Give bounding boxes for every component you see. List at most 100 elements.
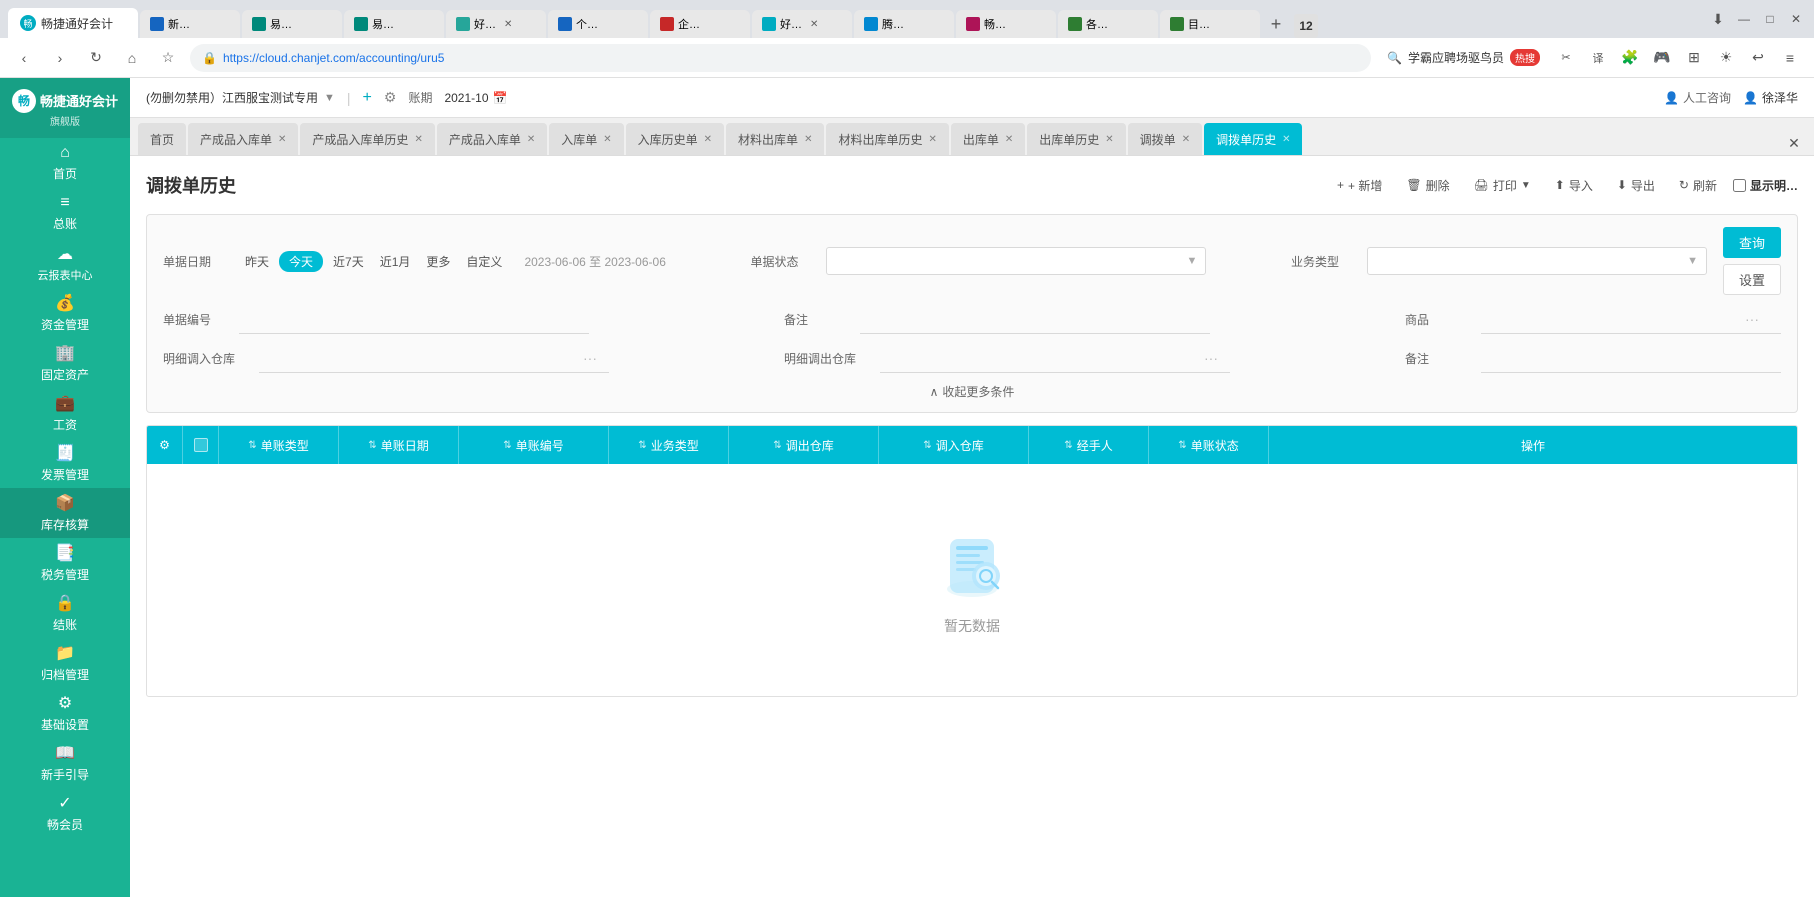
delete-button[interactable]: 🗑 删除 (1398, 173, 1457, 198)
th-checkbox[interactable] (183, 426, 219, 464)
month-btn[interactable]: 近1月 (374, 251, 417, 272)
menu-icon[interactable]: ≡ (1776, 44, 1804, 72)
page-tab-transfer[interactable]: 调拨单 ✕ (1128, 123, 1202, 155)
tab-close-icon[interactable]: ✕ (414, 134, 422, 145)
sidebar-item-inventory[interactable]: 📦 库存核算 (0, 488, 130, 538)
show-checkbox[interactable] (1733, 179, 1746, 192)
browser-tab[interactable]: 各… (1058, 10, 1158, 38)
th-num[interactable]: ⇅ 单账编号 (459, 426, 609, 464)
custom-btn[interactable]: 自定义 (460, 251, 508, 272)
tab-close-icon[interactable]: ✕ (1182, 134, 1190, 145)
status-select[interactable]: ▼ (826, 247, 1206, 275)
address-bar[interactable]: 🔒 https://cloud.chanjet.com/accounting/u… (190, 44, 1371, 72)
scissors-icon[interactable]: ✂ (1552, 44, 1580, 72)
tab-close-icon[interactable]: ✕ (704, 134, 712, 145)
user-info[interactable]: 👤 徐泽华 (1743, 89, 1798, 106)
theme-icon[interactable]: ☀ (1712, 44, 1740, 72)
browser-tab[interactable]: 腾… (854, 10, 954, 38)
sidebar-item-report[interactable]: ☁ 云报表中心 (0, 238, 130, 288)
extension-icon[interactable]: 🧩 (1616, 44, 1644, 72)
browser-tab[interactable]: 新… (140, 10, 240, 38)
grid-icon[interactable]: ⊞ (1680, 44, 1708, 72)
browser-tab[interactable]: 易… (344, 10, 444, 38)
page-tab-material-out[interactable]: 材料出库单 ✕ (726, 123, 824, 155)
refresh-button[interactable]: ↻ 刷新 (1671, 173, 1725, 198)
sidebar-item-archive[interactable]: 📁 归档管理 (0, 638, 130, 688)
th-in[interactable]: ⇅ 调入仓库 (879, 426, 1029, 464)
browser-search-bar[interactable]: 🔍 学霸应聘场驱鸟员 热搜 (1387, 49, 1540, 66)
page-tab-material-out-hist[interactable]: 材料出库单历史 ✕ (826, 123, 948, 155)
page-tab-in-order[interactable]: 入库单 ✕ (549, 123, 623, 155)
sidebar-item-wage[interactable]: 💼 工资 (0, 388, 130, 438)
sidebar-item-guide[interactable]: 📖 新手引导 (0, 738, 130, 788)
window-close-icon[interactable]: ✕ (1786, 9, 1806, 29)
import-button[interactable]: ⬆ 导入 (1547, 173, 1601, 198)
detail-out-input[interactable] (880, 344, 1200, 372)
tab-close-icon[interactable]: ✕ (1105, 134, 1113, 145)
page-tab-product-in-hist[interactable]: 产成品入库单历史 ✕ (300, 123, 434, 155)
forward-button[interactable]: › (46, 44, 74, 72)
back-button[interactable]: ‹ (10, 44, 38, 72)
print-button[interactable]: 🖨 打印 ▼ (1466, 173, 1539, 198)
period-selector[interactable]: 2021-10 📅 (444, 91, 507, 105)
service-button[interactable]: 👤 人工咨询 (1664, 89, 1731, 106)
doc-num-input[interactable] (239, 306, 589, 334)
today-btn[interactable]: 今天 (279, 251, 323, 272)
collapse-button[interactable]: ∧ 收起更多条件 (930, 383, 1015, 400)
new-company-btn[interactable]: + (363, 89, 372, 107)
goods-dots[interactable]: ··· (1745, 311, 1759, 327)
page-tab-transfer-hist[interactable]: 调拨单历史 ✕ (1204, 123, 1302, 155)
tab-close-icon[interactable]: ✕ (504, 19, 512, 30)
bookmark-button[interactable]: ☆ (154, 44, 182, 72)
page-tab-product-in[interactable]: 产成品入库单 ✕ (188, 123, 298, 155)
th-person[interactable]: ⇅ 经手人 (1029, 426, 1149, 464)
remark2-input[interactable] (1481, 345, 1781, 373)
refresh-button[interactable]: ↻ (82, 44, 110, 72)
browser-tab[interactable]: 个… (548, 10, 648, 38)
goods-input[interactable] (1481, 305, 1741, 333)
close-all-tabs-btn[interactable]: ✕ (1782, 131, 1806, 155)
tab-close-icon[interactable]: ✕ (603, 134, 611, 145)
tab-close-icon[interactable]: ✕ (278, 134, 286, 145)
sidebar-item-tax[interactable]: 📑 税务管理 (0, 538, 130, 588)
more-btn[interactable]: 更多 (420, 251, 456, 272)
home-button[interactable]: ⌂ (118, 44, 146, 72)
select-all-checkbox[interactable] (194, 438, 208, 452)
biz-type-select[interactable]: ▼ (1367, 247, 1707, 275)
export-button[interactable]: ⬇ 导出 (1609, 173, 1663, 198)
sidebar-item-ledger[interactable]: ≡ 总账 (0, 188, 130, 238)
page-tab-in-hist[interactable]: 入库历史单 ✕ (626, 123, 724, 155)
tab-close-icon[interactable]: ✕ (804, 134, 812, 145)
detail-out-dots[interactable]: ··· (1204, 350, 1218, 366)
remark-input[interactable] (860, 306, 1210, 334)
tab-count-badge[interactable]: 12 (1294, 14, 1318, 38)
browser-tab[interactable]: 好… ✕ (446, 10, 546, 38)
th-biz[interactable]: ⇅ 业务类型 (609, 426, 729, 464)
undo-icon[interactable]: ↩ (1744, 44, 1772, 72)
browser-tab[interactable]: 目… (1160, 10, 1260, 38)
sidebar-item-close[interactable]: 🔒 结账 (0, 588, 130, 638)
new-button[interactable]: + + 新增 (1329, 173, 1390, 198)
browser-tab[interactable]: 好… ✕ (752, 10, 852, 38)
week-btn[interactable]: 近7天 (327, 251, 370, 272)
tab-close-icon[interactable]: ✕ (928, 134, 936, 145)
browser-tab[interactable]: 企… (650, 10, 750, 38)
tab-close-icon[interactable]: ✕ (810, 19, 818, 30)
th-date[interactable]: ⇅ 单账日期 (339, 426, 459, 464)
translate-icon[interactable]: 译 (1584, 44, 1612, 72)
page-tab-product-in2[interactable]: 产成品入库单 ✕ (437, 123, 547, 155)
tab-close-icon[interactable]: ✕ (1005, 134, 1013, 145)
yesterday-btn[interactable]: 昨天 (239, 251, 275, 272)
page-tab-out-hist[interactable]: 出库单历史 ✕ (1027, 123, 1125, 155)
sidebar-item-fund[interactable]: 💰 资金管理 (0, 288, 130, 338)
tab-close-icon[interactable]: ✕ (527, 134, 535, 145)
sidebar-item-home[interactable]: ⌂ 首页 (0, 138, 130, 188)
browser-tab[interactable]: 畅… (956, 10, 1056, 38)
sidebar-item-member[interactable]: ✓ 畅会员 (0, 788, 130, 838)
browser-tab[interactable]: 易… (242, 10, 342, 38)
th-status[interactable]: ⇅ 单账状态 (1149, 426, 1269, 464)
game-icon[interactable]: 🎮 (1648, 44, 1676, 72)
new-tab-button[interactable]: + (1262, 10, 1290, 38)
tab-close-icon[interactable]: ✕ (1282, 134, 1290, 145)
browser-tab-active[interactable]: 畅 畅捷通好会计 (8, 8, 138, 38)
